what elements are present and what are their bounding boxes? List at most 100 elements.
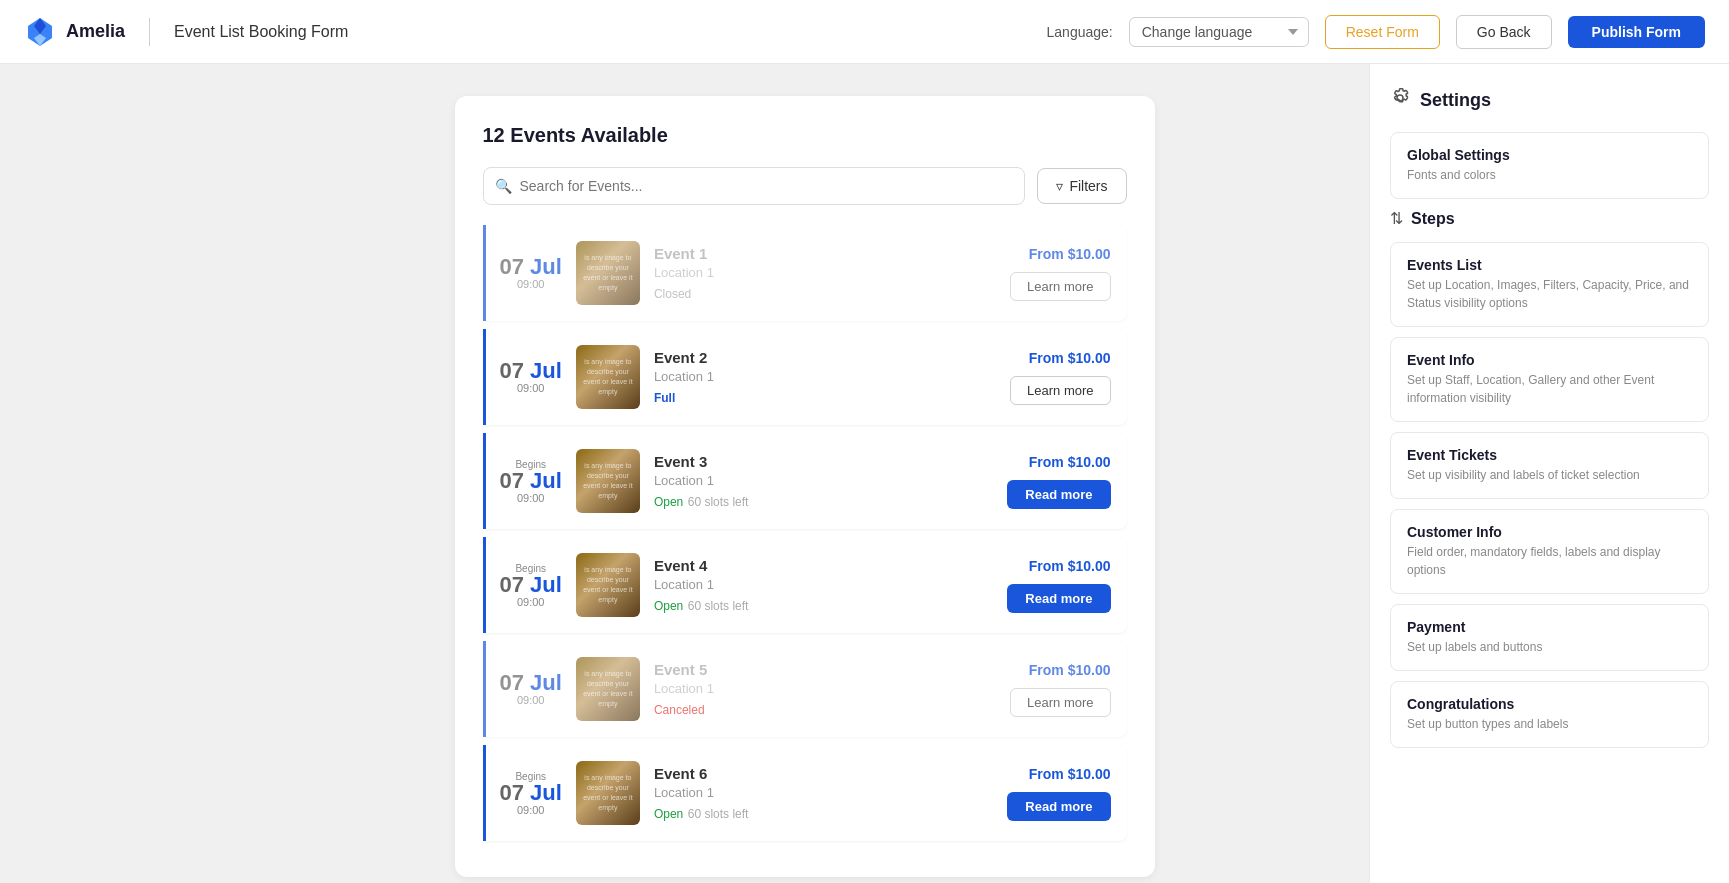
- page-title: Event List Booking Form: [174, 23, 348, 41]
- learn-more-button[interactable]: Learn more: [1010, 272, 1110, 301]
- event-status-wrap: Open 60 slots left: [654, 804, 993, 822]
- event-time: 09:00: [500, 596, 562, 608]
- header-controls: Language: Change language Reset Form Go …: [1047, 15, 1705, 49]
- event-date: 07 Jul 09:00: [500, 360, 562, 394]
- event-month: Jul: [524, 468, 562, 493]
- event-info: Event 4 Location 1 Open 60 slots left: [654, 557, 993, 614]
- left-space: [0, 64, 240, 883]
- event-status-wrap: Closed: [654, 284, 996, 302]
- step-card[interactable]: Congratulations Set up button types and …: [1390, 681, 1709, 748]
- global-settings-desc: Fonts and colors: [1407, 166, 1692, 184]
- step-card[interactable]: Events List Set up Location, Images, Fil…: [1390, 242, 1709, 327]
- global-settings-card[interactable]: Global Settings Fonts and colors: [1390, 132, 1709, 199]
- right-sidebar: Settings Global Settings Fonts and color…: [1369, 64, 1729, 883]
- step-title: Events List: [1407, 257, 1692, 273]
- go-back-button[interactable]: Go Back: [1456, 15, 1552, 49]
- filter-icon: ▿: [1056, 178, 1063, 194]
- event-status: Open: [654, 495, 683, 509]
- events-count-title: 12 Events Available: [483, 124, 1127, 147]
- event-info: Event 1 Location 1 Closed: [654, 245, 996, 302]
- event-time: 09:00: [500, 278, 562, 290]
- event-name: Event 6: [654, 765, 993, 782]
- read-more-button[interactable]: Read more: [1007, 480, 1110, 509]
- event-right: From $10.00 Learn more: [1010, 662, 1110, 717]
- event-status: Open: [654, 599, 683, 613]
- event-day: 07 Jul: [500, 360, 562, 382]
- event-date: 07 Jul 09:00: [500, 256, 562, 290]
- event-thumbnail: is any image to describe your event or l…: [576, 345, 640, 409]
- step-desc: Set up Location, Images, Filters, Capaci…: [1407, 276, 1692, 312]
- events-list: 07 Jul 09:00 is any image to describe yo…: [483, 225, 1127, 841]
- event-location: Location 1: [654, 577, 993, 592]
- event-name: Event 2: [654, 349, 996, 366]
- slots-text: 60 slots left: [688, 807, 749, 821]
- event-price: From $10.00: [1029, 246, 1111, 262]
- event-price: From $10.00: [1029, 558, 1111, 574]
- event-price: From $10.00: [1029, 662, 1111, 678]
- event-item: Begins 07 Jul 09:00 is any image to desc…: [483, 433, 1127, 529]
- event-time: 09:00: [500, 382, 562, 394]
- sidebar-header: Settings: [1390, 88, 1709, 112]
- event-item: 07 Jul 09:00 is any image to describe yo…: [483, 329, 1127, 425]
- event-thumbnail: is any image to describe your event or l…: [576, 241, 640, 305]
- event-location: Location 1: [654, 785, 993, 800]
- event-location: Location 1: [654, 369, 996, 384]
- event-month: Jul: [524, 254, 562, 279]
- step-card[interactable]: Event Tickets Set up visibility and labe…: [1390, 432, 1709, 499]
- step-card[interactable]: Customer Info Field order, mandatory fie…: [1390, 509, 1709, 594]
- search-input[interactable]: [483, 167, 1026, 205]
- slots-text: 60 slots left: [688, 599, 749, 613]
- event-item: Begins 07 Jul 09:00 is any image to desc…: [483, 537, 1127, 633]
- event-right: From $10.00 Read more: [1007, 454, 1110, 509]
- learn-more-button[interactable]: Learn more: [1010, 376, 1110, 405]
- logo-text: Amelia: [66, 21, 125, 42]
- event-date: Begins 07 Jul 09:00: [500, 771, 562, 816]
- read-more-button[interactable]: Read more: [1007, 584, 1110, 613]
- center-content: 12 Events Available 🔍 ▿ Filters 07 Jul 0…: [240, 64, 1369, 883]
- reset-form-button[interactable]: Reset Form: [1325, 15, 1440, 49]
- event-name: Event 1: [654, 245, 996, 262]
- logo-area: Amelia: [24, 16, 125, 48]
- step-desc: Set up button types and labels: [1407, 715, 1692, 733]
- steps-title: Steps: [1411, 210, 1455, 228]
- event-right: From $10.00 Learn more: [1010, 350, 1110, 405]
- event-time: 09:00: [500, 694, 562, 706]
- steps-header: ⇅ Steps: [1390, 209, 1709, 228]
- search-bar: 🔍 ▿ Filters: [483, 167, 1127, 205]
- global-settings-title: Global Settings: [1407, 147, 1692, 163]
- event-status: Canceled: [654, 703, 705, 717]
- event-thumbnail: is any image to describe your event or l…: [576, 553, 640, 617]
- learn-more-button[interactable]: Learn more: [1010, 688, 1110, 717]
- event-right: From $10.00 Read more: [1007, 558, 1110, 613]
- language-select[interactable]: Change language: [1129, 17, 1309, 47]
- publish-form-button[interactable]: Publish Form: [1568, 16, 1705, 48]
- steps-icon: ⇅: [1390, 209, 1403, 228]
- step-desc: Set up labels and buttons: [1407, 638, 1692, 656]
- header: Amelia Event List Booking Form Language:…: [0, 0, 1729, 64]
- event-info: Event 2 Location 1 Full: [654, 349, 996, 406]
- event-time: 09:00: [500, 804, 562, 816]
- event-status-wrap: Full: [654, 388, 996, 406]
- step-card[interactable]: Payment Set up labels and buttons: [1390, 604, 1709, 671]
- step-desc: Set up Staff, Location, Gallery and othe…: [1407, 371, 1692, 407]
- event-name: Event 5: [654, 661, 996, 678]
- event-date: Begins 07 Jul 09:00: [500, 563, 562, 608]
- event-item: 07 Jul 09:00 is any image to describe yo…: [483, 225, 1127, 321]
- read-more-button[interactable]: Read more: [1007, 792, 1110, 821]
- step-card[interactable]: Event Info Set up Staff, Location, Galle…: [1390, 337, 1709, 422]
- event-month: Jul: [524, 572, 562, 597]
- filters-button[interactable]: ▿ Filters: [1037, 168, 1126, 204]
- step-title: Customer Info: [1407, 524, 1692, 540]
- event-thumbnail: is any image to describe your event or l…: [576, 449, 640, 513]
- event-date: Begins 07 Jul 09:00: [500, 459, 562, 504]
- event-day: 07 Jul: [500, 574, 562, 596]
- event-thumbnail: is any image to describe your event or l…: [576, 761, 640, 825]
- event-time: 09:00: [500, 492, 562, 504]
- step-desc: Set up visibility and labels of ticket s…: [1407, 466, 1692, 484]
- search-icon: 🔍: [495, 178, 512, 194]
- event-thumbnail: is any image to describe your event or l…: [576, 657, 640, 721]
- event-status-wrap: Open 60 slots left: [654, 492, 993, 510]
- language-label: Language:: [1047, 24, 1113, 40]
- event-location: Location 1: [654, 473, 993, 488]
- main-layout: 12 Events Available 🔍 ▿ Filters 07 Jul 0…: [0, 64, 1729, 883]
